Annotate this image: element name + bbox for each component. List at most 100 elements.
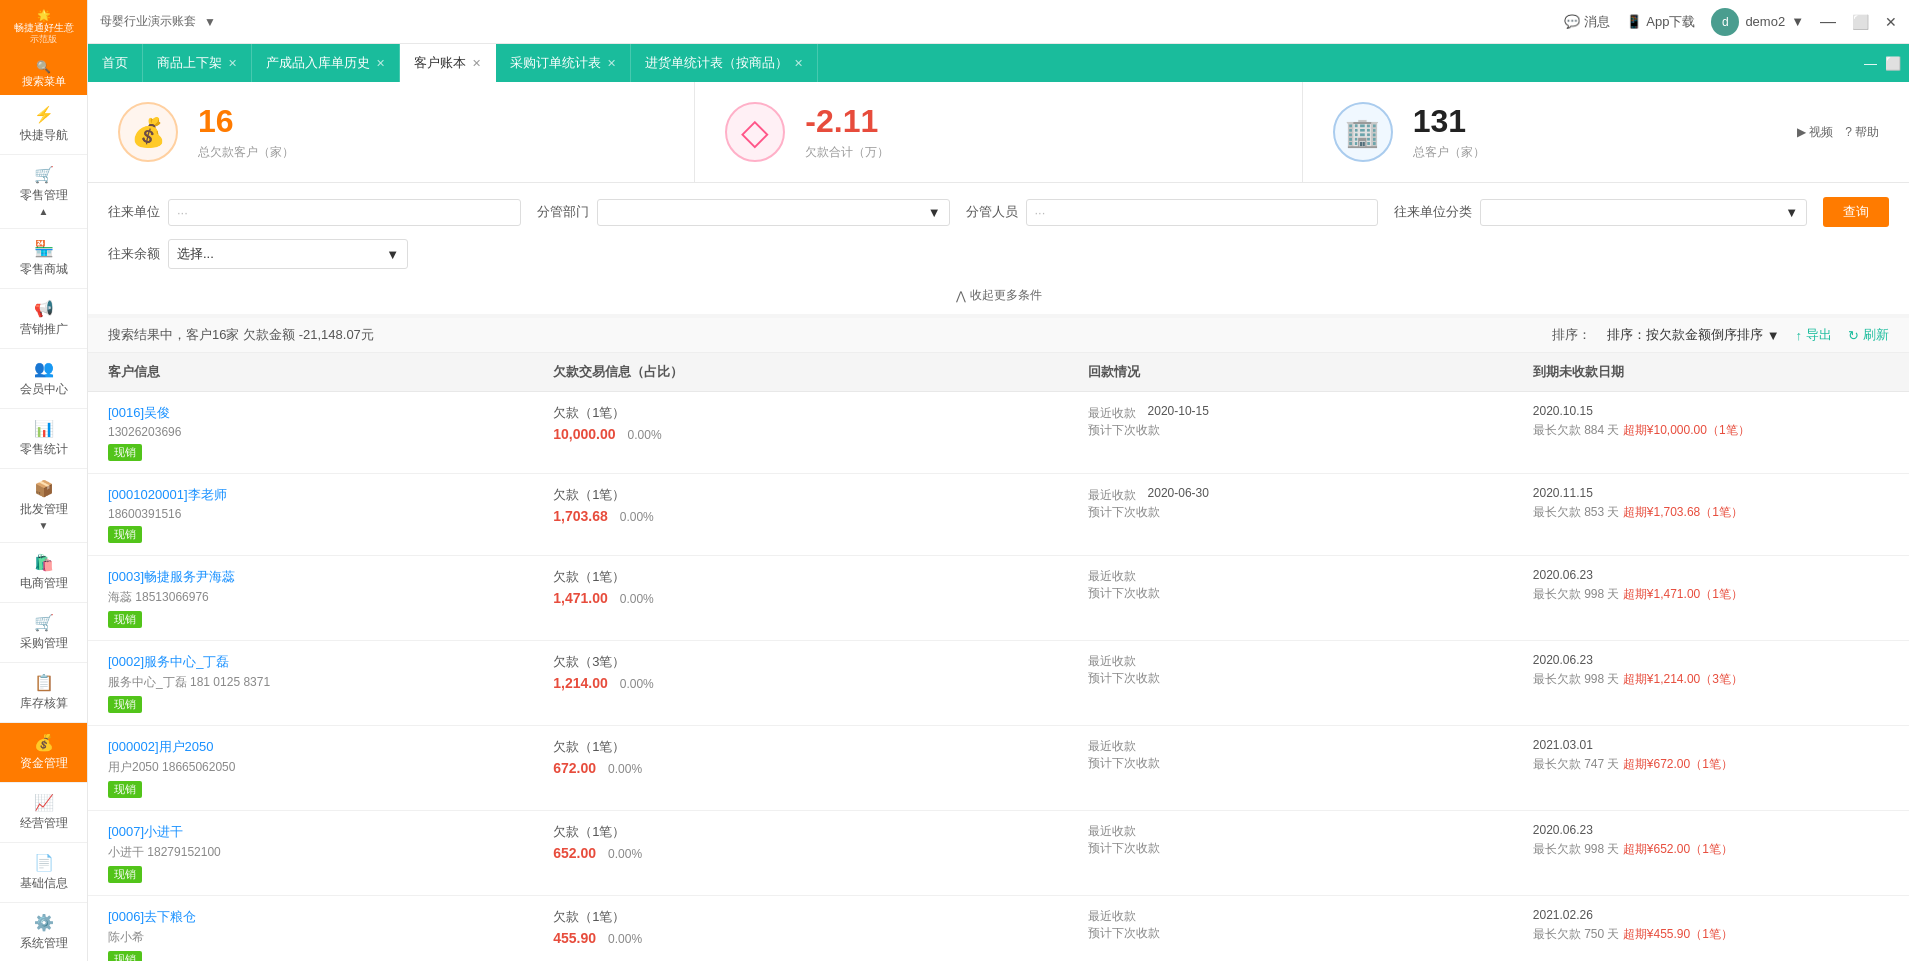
user-info[interactable]: d demo2 ▼ bbox=[1711, 8, 1804, 36]
customer-cell-2: [0003]畅捷服务尹海蕊 海蕊 18513066976 现销 bbox=[108, 568, 553, 628]
message-button[interactable]: 💬 消息 bbox=[1564, 13, 1610, 31]
collapse-button[interactable]: ⋀ 收起更多条件 bbox=[108, 281, 1889, 314]
help-label: 帮助 bbox=[1855, 124, 1879, 141]
close-button[interactable]: ✕ bbox=[1885, 14, 1897, 30]
unit-category-chevron: ▼ bbox=[1785, 205, 1798, 220]
overdue-amount-3[interactable]: 超期¥1,214.00（3笔） bbox=[1623, 672, 1743, 686]
customer-name-0[interactable]: [0016]吴俊 bbox=[108, 404, 553, 422]
filter-row-1: 往来单位 ··· 分管部门 ▼ 分管人员 ··· bbox=[108, 197, 1889, 227]
sidebar-item-system[interactable]: ⚙️ 系统管理 bbox=[0, 903, 87, 961]
overdue-amount-5[interactable]: 超期¥652.00（1笔） bbox=[1623, 842, 1733, 856]
sidebar-item-marketing[interactable]: 📢 营销推广 bbox=[0, 289, 87, 349]
total-customers-label: 总客户（家） bbox=[1413, 144, 1485, 161]
customer-cell-0: [0016]吴俊 13026203696 现销 bbox=[108, 404, 553, 461]
tab-account-close[interactable]: ✕ bbox=[472, 57, 481, 70]
sidebar-item-basic-info[interactable]: 📄 基础信息 bbox=[0, 843, 87, 903]
customer-phone-2: 海蕊 18513066976 bbox=[108, 589, 553, 606]
overdue-amount-value: -2.11 bbox=[805, 103, 889, 140]
repay-next-2: 预计下次收款 bbox=[1088, 585, 1533, 602]
search-menu-item[interactable]: 🔍 搜索菜单 bbox=[0, 54, 87, 95]
tab-expand-icon[interactable]: ⬜ bbox=[1885, 56, 1901, 71]
balance-label: 往来余额 bbox=[108, 245, 160, 263]
minimize-button[interactable]: — bbox=[1820, 13, 1836, 31]
dept-label: 分管部门 bbox=[537, 203, 589, 221]
overdue-amount-1[interactable]: 超期¥1,703.68（1笔） bbox=[1623, 505, 1743, 519]
tab-home[interactable]: 首页 bbox=[88, 44, 143, 82]
sidebar-item-purchase-mgmt[interactable]: 🛒 采购管理 bbox=[0, 603, 87, 663]
sort-button[interactable]: 排序：按欠款金额倒序排序 ▼ bbox=[1607, 326, 1780, 344]
customer-name-2[interactable]: [0003]畅捷服务尹海蕊 bbox=[108, 568, 553, 586]
tab-bar-actions: — ⬜ bbox=[1856, 56, 1909, 71]
debt-cell-4: 欠款（1笔） 672.00 0.00% bbox=[553, 738, 1087, 776]
debt-amount-1: 1,703.68 bbox=[553, 508, 608, 524]
restore-button[interactable]: ⬜ bbox=[1852, 14, 1869, 30]
total-customers-info: 131 总客户（家） bbox=[1413, 103, 1485, 161]
tab-goods[interactable]: 进货单统计表（按商品） ✕ bbox=[631, 44, 818, 82]
sidebar-item-member[interactable]: 👥 会员中心 bbox=[0, 349, 87, 409]
sidebar-item-retail-stats[interactable]: 📊 零售统计 bbox=[0, 409, 87, 469]
overdue-amount-6[interactable]: 超期¥455.90（1笔） bbox=[1623, 927, 1733, 941]
customer-cell-6: [0006]去下粮仓 陈小希 现销 bbox=[108, 908, 553, 961]
app-name: 畅捷通好生意 bbox=[8, 22, 79, 34]
sidebar-item-retail-mall[interactable]: 🏪 零售商城 bbox=[0, 229, 87, 289]
debt-percent-0: 0.00% bbox=[628, 428, 662, 442]
sidebar-item-retail-mgmt[interactable]: 🛒 零售管理 ▲ bbox=[0, 155, 87, 229]
quick-nav-icon: ⚡ bbox=[5, 105, 82, 124]
overdue-amount-4[interactable]: 超期¥672.00（1笔） bbox=[1623, 757, 1733, 771]
sidebar-item-finance[interactable]: 💰 资金管理 bbox=[0, 723, 87, 783]
collapse-icon: ⋀ bbox=[956, 289, 966, 303]
overdue-amount-info: -2.11 欠款合计（万） bbox=[805, 103, 889, 161]
unit-category-select[interactable]: ▼ bbox=[1480, 199, 1807, 226]
customer-name-3[interactable]: [0002]服务中心_丁磊 bbox=[108, 653, 553, 671]
customer-name-1[interactable]: [0001020001]李老师 bbox=[108, 486, 553, 504]
tab-goods-label: 进货单统计表（按商品） bbox=[645, 54, 788, 72]
repay-next-0: 预计下次收款 bbox=[1088, 422, 1533, 439]
user-dropdown-icon: ▼ bbox=[1791, 14, 1804, 29]
app-download-button[interactable]: 📱 App下载 bbox=[1626, 13, 1695, 31]
tab-storage[interactable]: 产成品入库单历史 ✕ bbox=[252, 44, 400, 82]
dept-chevron: ▼ bbox=[928, 205, 941, 220]
query-button[interactable]: 查询 bbox=[1823, 197, 1889, 227]
overdue-amount-0[interactable]: 超期¥10,000.00（1笔） bbox=[1623, 423, 1750, 437]
dept-select[interactable]: ▼ bbox=[597, 199, 950, 226]
overdue-amount-2[interactable]: 超期¥1,471.00（1笔） bbox=[1623, 587, 1743, 601]
total-customers-value: 131 bbox=[1413, 103, 1485, 140]
repay-cell-0: 最近收款 2020-10-15 预计下次收款 bbox=[1088, 404, 1533, 439]
manager-input[interactable]: ··· bbox=[1026, 199, 1379, 226]
debt-amount-0: 10,000.00 bbox=[553, 426, 615, 442]
result-actions: 排序： 排序：按欠款金额倒序排序 ▼ ↑ 导出 ↻ 刷新 bbox=[1552, 326, 1889, 344]
tab-account[interactable]: 客户账本 ✕ bbox=[400, 44, 496, 82]
sidebar-item-quick-nav[interactable]: ⚡ 快捷导航 bbox=[0, 95, 87, 155]
tab-minimize-icon[interactable]: — bbox=[1864, 56, 1877, 71]
filter-balance: 往来余额 选择... ▼ bbox=[108, 239, 408, 269]
export-button[interactable]: ↑ 导出 bbox=[1796, 326, 1833, 344]
repay-cell-6: 最近收款 预计下次收款 bbox=[1088, 908, 1533, 942]
source-unit-input[interactable]: ··· bbox=[168, 199, 521, 226]
tab-purchase-close[interactable]: ✕ bbox=[607, 57, 616, 70]
customer-phone-6: 陈小希 bbox=[108, 929, 553, 946]
sidebar-item-inventory[interactable]: 📋 库存核算 bbox=[0, 663, 87, 723]
sidebar-item-ecommerce[interactable]: 🛍️ 电商管理 bbox=[0, 543, 87, 603]
customer-name-4[interactable]: [000002]用户2050 bbox=[108, 738, 553, 756]
refresh-button[interactable]: ↻ 刷新 bbox=[1848, 326, 1889, 344]
customer-name-6[interactable]: [0006]去下粮仓 bbox=[108, 908, 553, 926]
video-btn[interactable]: ▶ 视频 bbox=[1797, 124, 1833, 141]
help-btn[interactable]: ? 帮助 bbox=[1845, 124, 1879, 141]
export-label: 导出 bbox=[1806, 326, 1832, 344]
tab-goods-close[interactable]: ✕ bbox=[794, 57, 803, 70]
filter-manager: 分管人员 ··· bbox=[966, 199, 1379, 226]
search-label: 搜索菜单 bbox=[0, 74, 87, 89]
sort-label: 排序： bbox=[1552, 326, 1591, 344]
tab-storage-close[interactable]: ✕ bbox=[376, 57, 385, 70]
tab-purchase[interactable]: 采购订单统计表 ✕ bbox=[496, 44, 631, 82]
store-dropdown-icon[interactable]: ▼ bbox=[204, 15, 216, 29]
balance-select[interactable]: 选择... ▼ bbox=[168, 239, 408, 269]
customer-name-5[interactable]: [0007]小进干 bbox=[108, 823, 553, 841]
sidebar-item-operation[interactable]: 📈 经营管理 bbox=[0, 783, 87, 843]
customer-cell-5: [0007]小进干 小进干 18279152100 现销 bbox=[108, 823, 553, 883]
tab-products[interactable]: 商品上下架 ✕ bbox=[143, 44, 252, 82]
sidebar-item-batch-mgmt[interactable]: 📦 批发管理 ▼ bbox=[0, 469, 87, 543]
debt-count-0: 欠款（1笔） bbox=[553, 404, 1087, 422]
tab-products-close[interactable]: ✕ bbox=[228, 57, 237, 70]
username: demo2 bbox=[1745, 14, 1785, 29]
